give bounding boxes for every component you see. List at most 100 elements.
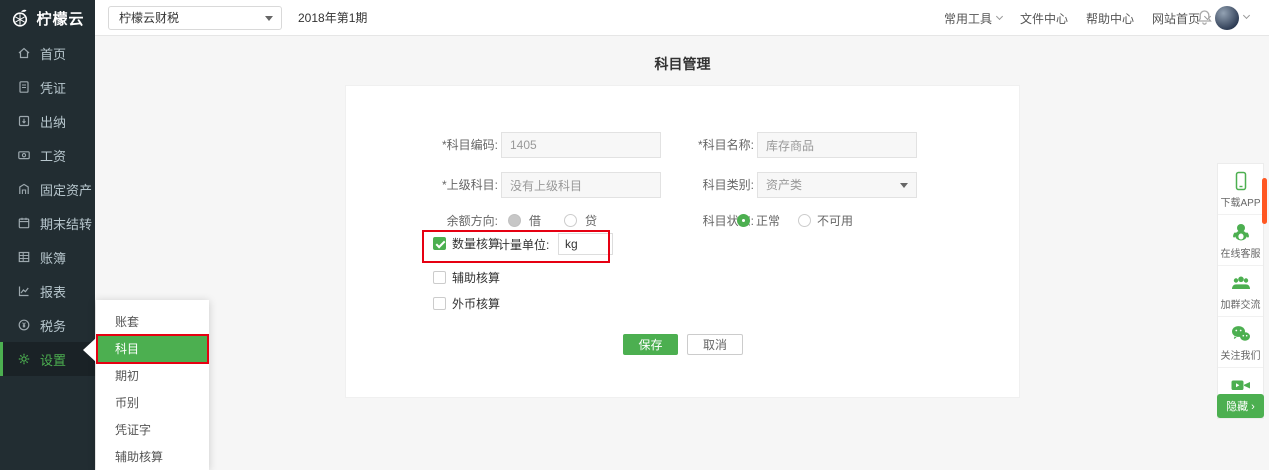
chevron-down-icon [900, 183, 908, 188]
product-select-value: 柠檬云财税 [119, 11, 180, 25]
cancel-button[interactable]: 取消 [687, 334, 743, 355]
direction-credit-radio[interactable] [564, 214, 577, 227]
sidebar-item-tax[interactable]: 税务 [0, 308, 95, 342]
top-nav-links: 常用工具 文件中心 帮助中心 网站首页 [943, 0, 1212, 36]
notification-bell-icon[interactable] [1196, 9, 1213, 27]
main-content: 科目管理 *科目编码: *科目名称: *上级科目: 科目类别: 资产类 余额方向… [95, 36, 1269, 470]
cashier-icon [18, 115, 30, 127]
app-logo[interactable]: 柠檬云 [0, 0, 95, 36]
subject-code-label: *科目编码: [441, 138, 498, 152]
menu-label: 网站首页 [1151, 11, 1200, 26]
toolbar-item-label: 在线客服 [1220, 249, 1261, 260]
fx-accounting-checkbox[interactable] [433, 297, 446, 310]
sidebar-item-label: 设置 [40, 352, 67, 368]
fx-accounting-label: 外币核算 [452, 297, 501, 311]
calendar-icon [18, 217, 30, 229]
chevron-down-icon [995, 12, 1003, 21]
sidebar-item-label: 首页 [40, 46, 67, 62]
ledger-icon [18, 251, 30, 263]
report-chart-icon [18, 286, 29, 297]
join-group-item[interactable]: 加群交流 [1218, 266, 1263, 317]
direction-debit-option[interactable]: 借 [529, 214, 541, 228]
sidebar-item-cashier[interactable]: 出纳 [0, 104, 95, 138]
subject-code-input[interactable] [501, 132, 661, 158]
voucher-icon [19, 81, 29, 93]
avatar-chevron-down-icon[interactable] [1242, 11, 1251, 20]
submenu-item-aux-accounting[interactable]: 辅助核算 [96, 444, 209, 470]
aux-accounting-label: 辅助核算 [452, 271, 501, 285]
sidebar-item-ledger[interactable]: 账簿 [0, 240, 95, 274]
lemon-logo-icon [13, 9, 28, 27]
sidebar-item-voucher[interactable]: 凭证 [0, 70, 95, 104]
sidebar-item-settings[interactable]: 设置 [0, 342, 95, 376]
sidebar-item-label: 税务 [40, 318, 67, 334]
fixed-assets-icon [19, 183, 29, 194]
logo-text: 柠檬云 [36, 10, 85, 28]
submenu-item-subjects[interactable]: 科目 [96, 336, 209, 363]
sidebar-item-label: 工资 [40, 148, 67, 164]
wechat-icon [1231, 326, 1250, 341]
follow-us-item[interactable]: 关注我们 [1218, 317, 1263, 368]
qq-penguin-icon [1232, 224, 1249, 241]
direction-debit-radio[interactable] [508, 214, 521, 227]
subject-name-input[interactable] [757, 132, 917, 158]
sidebar-item-label: 凭证 [40, 80, 67, 96]
subject-category-label: 科目类别: [702, 178, 754, 192]
sidebar-item-reports[interactable]: 报表 [0, 274, 95, 308]
status-disabled-radio[interactable] [798, 214, 811, 227]
menu-file-center[interactable]: 文件中心 [1020, 10, 1068, 27]
aux-accounting-checkbox[interactable] [433, 271, 446, 284]
submenu-item-voucher-word[interactable]: 凭证字 [96, 417, 209, 444]
app-window: 柠檬云 柠檬云财税 2018年第1期 常用工具 文件中心 帮助中心 网站首页 首… [0, 0, 1269, 470]
balance-direction-label: 余额方向: [446, 214, 498, 228]
quantity-accounting-checkbox[interactable] [433, 237, 446, 250]
top-bar: 柠檬云 柠檬云财税 2018年第1期 常用工具 文件中心 帮助中心 网站首页 [0, 0, 1269, 36]
sidebar-item-label: 报表 [40, 284, 67, 300]
sidebar-item-fixed-assets[interactable]: 固定资产 [0, 172, 95, 206]
right-float-toolbar: 下载APP 在线客服 加群交流 关注我们 实操直播 [1217, 163, 1264, 419]
direction-credit-option[interactable]: 贷 [585, 214, 597, 228]
subject-category-select[interactable]: 资产类 [757, 172, 917, 198]
subject-name-label: *科目名称: [697, 138, 754, 152]
sidebar-nav: 首页 凭证 出纳 工资 固定资产 期末结转 账簿 报表 税务 设置 [0, 36, 95, 470]
unit-label: 计量单位: [498, 238, 550, 252]
toolbar-item-label: 下载APP [1220, 198, 1261, 209]
submenu-arrow [83, 338, 96, 362]
scrollbar-thumb[interactable] [1262, 178, 1267, 224]
home-icon [18, 47, 30, 59]
salary-icon [18, 151, 30, 160]
sidebar-item-salary[interactable]: 工资 [0, 138, 95, 172]
menu-label: 帮助中心 [1085, 11, 1134, 26]
save-button[interactable]: 保存 [623, 334, 678, 355]
user-avatar[interactable] [1215, 6, 1239, 30]
parent-subject-input[interactable] [501, 172, 661, 198]
sidebar-item-home[interactable]: 首页 [0, 36, 95, 70]
submenu-item-account-set[interactable]: 账套 [96, 309, 209, 336]
product-select[interactable]: 柠檬云财税 [108, 6, 282, 30]
submenu-item-currency[interactable]: 币别 [96, 390, 209, 417]
hide-toolbar-button[interactable]: 隐藏 › [1217, 394, 1264, 418]
unit-input[interactable] [558, 233, 613, 255]
submenu-item-opening-balance[interactable]: 期初 [96, 363, 209, 390]
chevron-down-icon [265, 16, 273, 21]
toolbar-item-label: 关注我们 [1220, 351, 1261, 362]
parent-subject-label: *上级科目: [441, 178, 498, 192]
menu-common-tools[interactable]: 常用工具 [943, 10, 1003, 27]
accounting-period: 2018年第1期 [298, 11, 368, 25]
menu-label: 常用工具 [943, 11, 992, 26]
sidebar-item-label: 固定资产 [40, 182, 93, 198]
tax-icon [18, 319, 30, 331]
status-normal-radio[interactable] [737, 214, 750, 227]
settings-submenu: 账套 科目 期初 币别 凭证字 辅助核算 [83, 300, 209, 470]
page-title: 科目管理 [654, 56, 711, 72]
status-disabled-option[interactable]: 不可用 [817, 214, 853, 228]
status-normal-option[interactable]: 正常 [756, 214, 780, 228]
sidebar-item-label: 期末结转 [40, 216, 93, 232]
gear-icon [18, 353, 30, 365]
subject-category-value: 资产类 [766, 178, 803, 192]
toolbar-item-label: 加群交流 [1220, 300, 1261, 311]
download-app-item[interactable]: 下载APP [1218, 164, 1263, 215]
sidebar-item-period-end[interactable]: 期末结转 [0, 206, 95, 240]
online-service-item[interactable]: 在线客服 [1218, 215, 1263, 266]
menu-help-center[interactable]: 帮助中心 [1086, 10, 1134, 27]
